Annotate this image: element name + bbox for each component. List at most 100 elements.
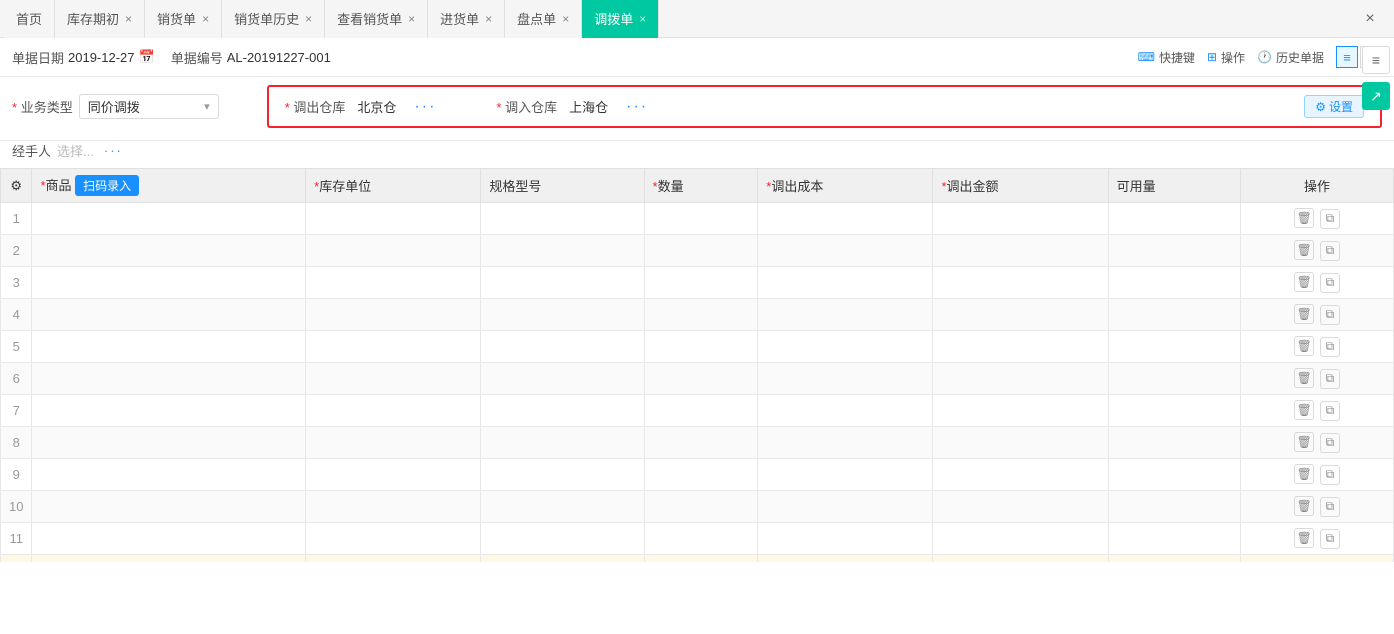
delete-icon[interactable]: 🗑 — [1294, 368, 1314, 388]
row-qty[interactable] — [644, 267, 758, 299]
row-qty[interactable] — [644, 491, 758, 523]
row-spec[interactable] — [481, 395, 644, 427]
delete-icon[interactable]: 🗑 — [1294, 336, 1314, 356]
close-icon[interactable]: × — [485, 12, 492, 26]
row-out-cost[interactable] — [758, 267, 933, 299]
row-product[interactable] — [32, 267, 306, 299]
operations-button[interactable]: ⊞ 操作 — [1207, 49, 1245, 66]
row-out-amount[interactable] — [933, 203, 1108, 235]
row-out-amount[interactable] — [933, 491, 1108, 523]
row-unit[interactable] — [306, 363, 481, 395]
row-qty[interactable] — [644, 203, 758, 235]
row-product[interactable] — [32, 299, 306, 331]
row-spec[interactable] — [481, 363, 644, 395]
row-product[interactable] — [32, 427, 306, 459]
row-unit[interactable] — [306, 459, 481, 491]
window-close-button[interactable]: × — [1354, 3, 1386, 35]
row-out-amount[interactable] — [933, 331, 1108, 363]
row-out-cost[interactable] — [758, 523, 933, 555]
row-out-cost[interactable] — [758, 235, 933, 267]
row-product[interactable] — [32, 395, 306, 427]
row-spec[interactable] — [481, 203, 644, 235]
copy-icon[interactable]: ⧉ — [1320, 529, 1340, 549]
tab-sales-order[interactable]: 销货单 × — [145, 0, 222, 38]
row-unit[interactable] — [306, 331, 481, 363]
row-qty[interactable] — [644, 331, 758, 363]
delete-icon[interactable]: 🗑 — [1294, 240, 1314, 260]
row-out-amount[interactable] — [933, 523, 1108, 555]
close-icon[interactable]: × — [125, 12, 132, 26]
row-available[interactable] — [1108, 491, 1240, 523]
copy-icon[interactable]: ⧉ — [1320, 273, 1340, 293]
row-unit[interactable] — [306, 299, 481, 331]
row-spec[interactable] — [481, 331, 644, 363]
close-icon[interactable]: × — [562, 12, 569, 26]
out-warehouse-more-button[interactable]: ··· — [414, 98, 436, 116]
row-unit[interactable] — [306, 427, 481, 459]
row-out-amount[interactable] — [933, 299, 1108, 331]
row-qty[interactable] — [644, 299, 758, 331]
row-out-amount[interactable] — [933, 363, 1108, 395]
copy-icon[interactable]: ⧉ — [1320, 497, 1340, 517]
list-layout-button[interactable]: ≡ — [1336, 46, 1358, 68]
row-spec[interactable] — [481, 491, 644, 523]
row-qty[interactable] — [644, 459, 758, 491]
tab-home[interactable]: 首页 — [4, 0, 55, 38]
copy-icon[interactable]: ⧉ — [1320, 241, 1340, 261]
row-available[interactable] — [1108, 395, 1240, 427]
row-available[interactable] — [1108, 299, 1240, 331]
row-unit[interactable] — [306, 235, 481, 267]
sidebar-list-icon[interactable]: ≡ — [1362, 46, 1390, 74]
gear-icon[interactable]: ⚙ — [10, 178, 22, 193]
row-out-amount[interactable] — [933, 427, 1108, 459]
row-product[interactable] — [32, 203, 306, 235]
in-warehouse-more-button[interactable]: ··· — [626, 98, 648, 116]
history-button[interactable]: 🕐 历史单据 — [1257, 49, 1324, 66]
row-spec[interactable] — [481, 427, 644, 459]
business-type-select[interactable]: 同价调拨 ▾ — [79, 94, 219, 119]
row-unit[interactable] — [306, 267, 481, 299]
tab-transfer[interactable]: 调拨单 × — [582, 0, 659, 38]
close-icon[interactable]: × — [305, 12, 312, 26]
row-out-cost[interactable] — [758, 491, 933, 523]
delete-icon[interactable]: 🗑 — [1294, 400, 1314, 420]
row-available[interactable] — [1108, 267, 1240, 299]
row-product[interactable] — [32, 459, 306, 491]
close-icon[interactable]: × — [408, 12, 415, 26]
tab-view-sales[interactable]: 查看销货单 × — [325, 0, 428, 38]
delete-icon[interactable]: 🗑 — [1294, 496, 1314, 516]
delete-icon[interactable]: 🗑 — [1294, 304, 1314, 324]
row-qty[interactable] — [644, 363, 758, 395]
row-qty[interactable] — [644, 395, 758, 427]
copy-icon[interactable]: ⧉ — [1320, 337, 1340, 357]
row-out-amount[interactable] — [933, 459, 1108, 491]
delete-icon[interactable]: 🗑 — [1294, 272, 1314, 292]
row-out-cost[interactable] — [758, 203, 933, 235]
delete-icon[interactable]: 🗑 — [1294, 432, 1314, 452]
copy-icon[interactable]: ⧉ — [1320, 433, 1340, 453]
copy-icon[interactable]: ⧉ — [1320, 305, 1340, 325]
row-available[interactable] — [1108, 427, 1240, 459]
handler-more-button[interactable]: ··· — [104, 143, 123, 158]
tab-purchase[interactable]: 进货单 × — [428, 0, 505, 38]
row-qty[interactable] — [644, 235, 758, 267]
row-out-cost[interactable] — [758, 395, 933, 427]
row-out-amount[interactable] — [933, 267, 1108, 299]
close-icon[interactable]: × — [202, 12, 209, 26]
row-product[interactable] — [32, 235, 306, 267]
row-available[interactable] — [1108, 363, 1240, 395]
copy-icon[interactable]: ⧉ — [1320, 369, 1340, 389]
row-product[interactable] — [32, 331, 306, 363]
row-product[interactable] — [32, 491, 306, 523]
row-qty[interactable] — [644, 427, 758, 459]
tab-sales-history[interactable]: 销货单历史 × — [222, 0, 325, 38]
row-out-cost[interactable] — [758, 427, 933, 459]
row-out-amount[interactable] — [933, 395, 1108, 427]
delete-icon[interactable]: 🗑 — [1294, 464, 1314, 484]
tab-inventory-count[interactable]: 盘点单 × — [505, 0, 582, 38]
row-unit[interactable] — [306, 523, 481, 555]
row-spec[interactable] — [481, 235, 644, 267]
row-available[interactable] — [1108, 235, 1240, 267]
row-out-cost[interactable] — [758, 331, 933, 363]
delete-icon[interactable]: 🗑 — [1294, 528, 1314, 548]
